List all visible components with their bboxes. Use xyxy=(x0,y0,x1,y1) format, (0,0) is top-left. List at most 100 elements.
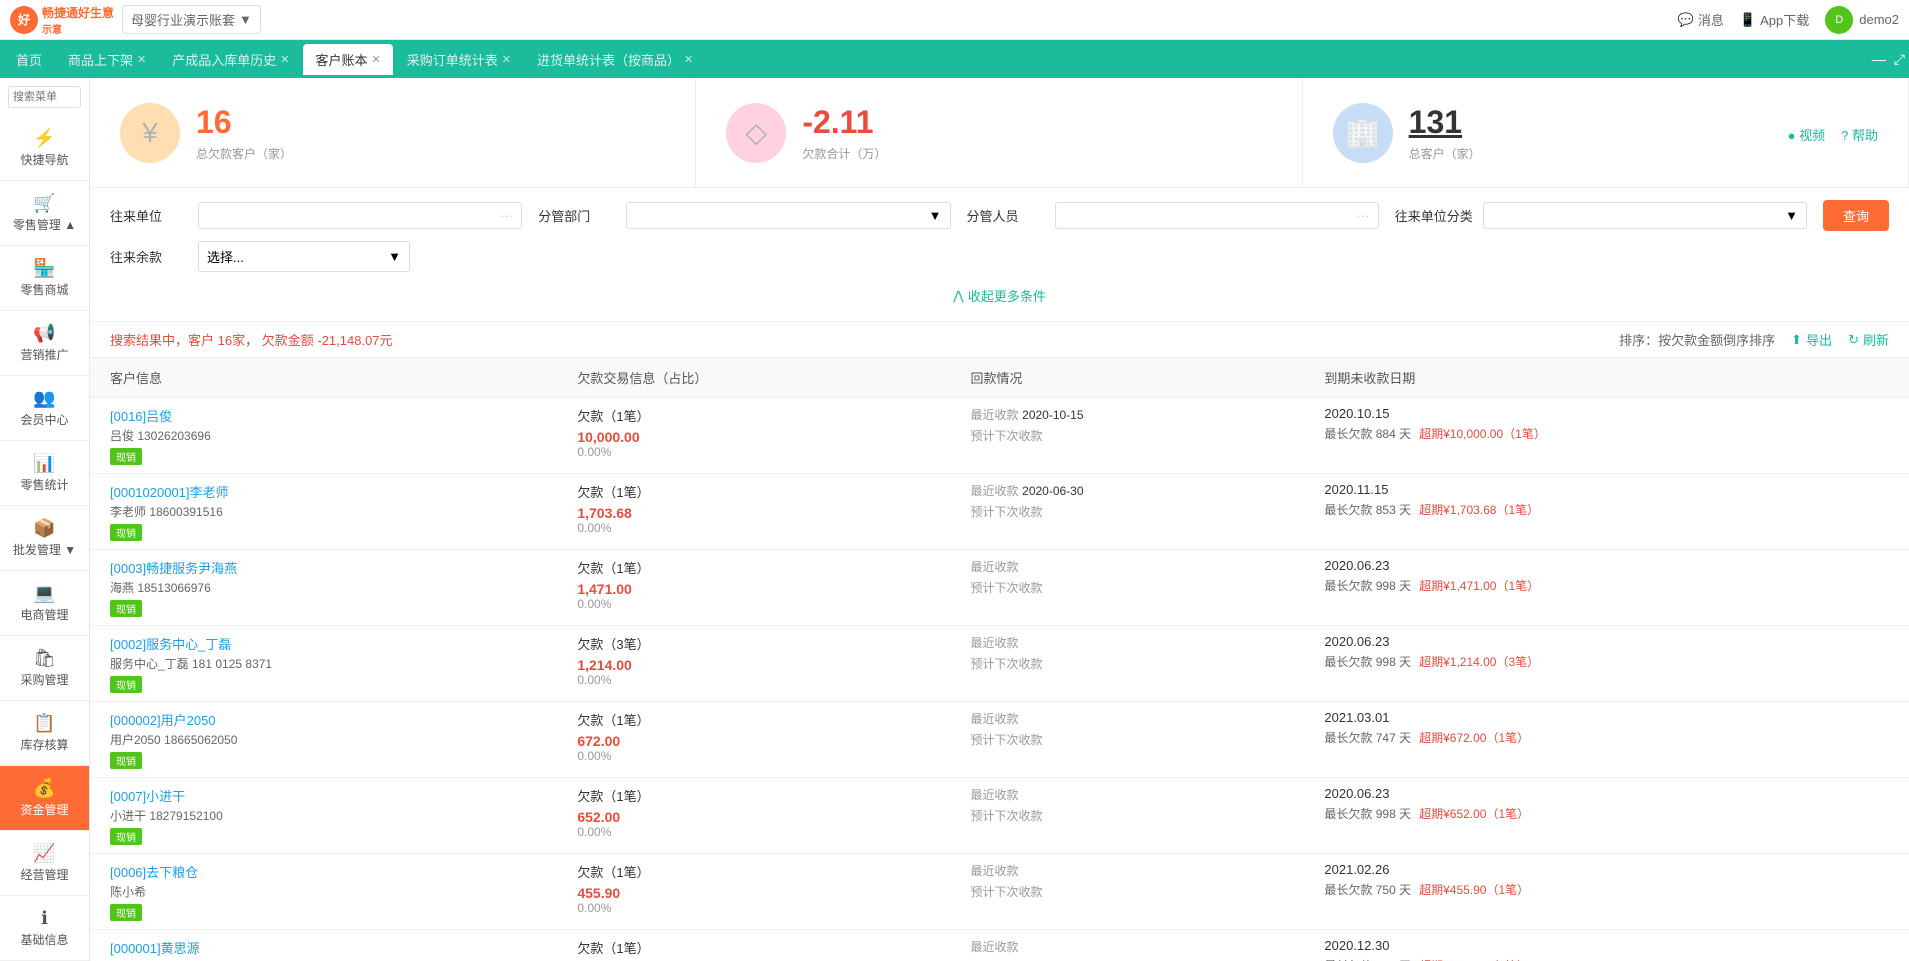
sidebar-item-member[interactable]: 👥会员中心 xyxy=(0,376,89,441)
sidebar-item-quick-nav[interactable]: ⚡快捷导航 xyxy=(0,116,89,181)
sidebar-item-wholesale[interactable]: 📦批发管理 ▼ xyxy=(0,506,89,571)
message-btn[interactable]: 💬 消息 xyxy=(1678,10,1724,29)
overdue-text[interactable]: 超期¥1,471.00（1笔） xyxy=(1419,577,1539,594)
user-area[interactable]: D demo2 xyxy=(1825,6,1899,34)
customer-name-link[interactable]: [0006]去下粮仓 xyxy=(110,865,198,880)
result-bar: 搜索结果中，客户 16家， 欠款金额 -21,148.07元 排序：按欠款金额倒… xyxy=(90,322,1909,358)
store-selector[interactable]: 母婴行业演示账套 ▼ xyxy=(122,5,261,34)
help-link[interactable]: ? 帮助 xyxy=(1841,125,1878,144)
tab-home[interactable]: 首页 xyxy=(4,44,54,75)
table-row: [0003]畅捷服务尹海燕 海燕 18513066976 现销 欠款（1笔） 1… xyxy=(90,550,1909,626)
sidebar-item-finance[interactable]: 💰资金管理 xyxy=(0,766,89,831)
recent-label: 最近收款 xyxy=(971,484,1019,498)
overdue-text[interactable]: 超期¥1,214.00（3笔） xyxy=(1419,653,1539,670)
app-download-btn[interactable]: 📱 App下载 xyxy=(1740,10,1809,29)
customer-name-link[interactable]: [0003]畅捷服务尹海燕 xyxy=(110,561,237,576)
video-link[interactable]: ● 视频 xyxy=(1788,125,1825,144)
debt-percent: 0.00% xyxy=(577,825,930,839)
customer-name-link[interactable]: [000001]黄思源 xyxy=(110,941,200,956)
filter-item-category: 往来单位分类 ▼ xyxy=(1395,202,1807,229)
next-label: 预计下次收款 xyxy=(971,579,1285,596)
refresh-icon: ↻ xyxy=(1848,332,1859,348)
marketing-icon: 📢 xyxy=(0,323,89,344)
filter-input-person[interactable]: ··· xyxy=(1055,202,1379,229)
tab-close-customer[interactable]: ✕ xyxy=(372,53,381,66)
tab-warehouse[interactable]: 产成品入库单历史 ✕ xyxy=(160,44,301,75)
next-label: 预计下次收款 xyxy=(971,807,1285,824)
filter-select-dept[interactable]: ▼ xyxy=(626,202,950,229)
tab-close-products[interactable]: ✕ xyxy=(137,53,146,66)
debt-amount[interactable]: 652.00 xyxy=(577,809,930,825)
debt-count: 欠款（3笔） xyxy=(577,634,930,653)
tab-goods-stat[interactable]: 进货单统计表（按商品） ✕ xyxy=(525,44,705,75)
customer-name-link[interactable]: [0016]吕俊 xyxy=(110,409,172,424)
collapse-button[interactable]: ⋀ 收起更多条件 xyxy=(953,286,1046,305)
result-prefix: 搜索结果中，客户 xyxy=(110,333,214,348)
overdue-text[interactable]: 超期¥1,703.68（1笔） xyxy=(1419,501,1539,518)
debt-amount[interactable]: 672.00 xyxy=(577,733,930,749)
filter-select-balance[interactable]: 选择... ▼ xyxy=(198,241,410,272)
sidebar-item-marketing[interactable]: 📢营销推广 xyxy=(0,311,89,376)
tab-products[interactable]: 商品上下架 ✕ xyxy=(56,44,158,75)
table-header-row: 客户信息 欠款交易信息（占比） 回款情况 到期未收款日期 xyxy=(90,358,1909,398)
tab-close-purchase[interactable]: ✕ xyxy=(502,53,511,66)
finance-icon: 💰 xyxy=(0,778,89,799)
sidebar-item-inventory[interactable]: 📋库存核算 xyxy=(0,701,89,766)
sidebar-item-retail-mall[interactable]: 🏪零售商城 xyxy=(0,246,89,311)
recent-label: 最近收款 xyxy=(971,940,1019,954)
tab-customer-account[interactable]: 客户账本 ✕ xyxy=(303,44,392,75)
topbar: 好 畅捷通好生意 示意 母婴行业演示账套 ▼ 💬 消息 📱 App下载 D de… xyxy=(0,0,1909,40)
tab-close-warehouse[interactable]: ✕ xyxy=(280,53,289,66)
customer-phone: 李老师 18600391516 xyxy=(110,503,537,520)
sidebar-item-basic-info[interactable]: ℹ基础信息 xyxy=(0,896,89,961)
customer-name-link[interactable]: [000002]用户2050 xyxy=(110,713,216,728)
result-info: 搜索结果中，客户 16家， 欠款金额 -21,148.07元 xyxy=(110,330,393,349)
debt-count: 欠款（1笔） xyxy=(577,710,930,729)
filter-select-category[interactable]: ▼ xyxy=(1483,202,1807,229)
filter-input-partner[interactable]: ··· xyxy=(198,202,522,229)
tab-close-goods[interactable]: ✕ xyxy=(684,53,693,66)
sidebar: ⚡快捷导航 🛒零售管理 ▲ 🏪零售商城 📢营销推广 👥会员中心 📊零售统计 📦批… xyxy=(0,78,90,961)
customer-name-link[interactable]: [0001020001]李老师 xyxy=(110,485,229,500)
customer-name-link[interactable]: [0007]小进干 xyxy=(110,789,185,804)
debt-amount[interactable]: 455.90 xyxy=(577,885,930,901)
content-area: ¥ 16 总欠款客户（家） ◇ -2.11 欠款合计（万） 🏢 131 总客户（… xyxy=(90,78,1909,961)
debt-amount[interactable]: 1,214.00 xyxy=(577,657,930,673)
basic-info-icon: ℹ xyxy=(0,908,89,929)
sidebar-item-purchase[interactable]: 🛍采购管理 xyxy=(0,636,89,701)
overdue-text[interactable]: 超期¥10,000.00（1笔） xyxy=(1419,425,1546,442)
sort-label[interactable]: 排序：按欠款金额倒序排序 xyxy=(1619,330,1775,349)
debt-amount[interactable]: 1,703.68 xyxy=(577,505,930,521)
overdue-days: 最长欠款 853 天 xyxy=(1324,501,1411,518)
recent-date: 2020-06-30 xyxy=(1022,484,1083,498)
debt-count: 欠款（1笔） xyxy=(577,482,930,501)
debt-amount[interactable]: 1,471.00 xyxy=(577,581,930,597)
overdue-text[interactable]: 超期¥652.00（1笔） xyxy=(1419,805,1529,822)
collapse-icon: ⋀ xyxy=(953,288,964,304)
sidebar-item-retail-stat[interactable]: 📊零售统计 xyxy=(0,441,89,506)
tab-collapse-icon[interactable]: — xyxy=(1872,51,1886,68)
logo-area: 好 畅捷通好生意 示意 xyxy=(10,4,114,36)
debt-percent: 0.00% xyxy=(577,673,930,687)
overdue-text[interactable]: 超期¥672.00（1笔） xyxy=(1419,729,1529,746)
debt-amount[interactable]: 10,000.00 xyxy=(577,429,930,445)
overdue-text[interactable]: 超期¥429.00（1笔） xyxy=(1419,957,1529,961)
total-customers-icon: 🏢 xyxy=(1333,103,1393,163)
customer-phone: 海燕 18513066976 xyxy=(110,579,537,596)
sidebar-search-input[interactable] xyxy=(8,86,81,108)
expire-date: 2020.11.15 xyxy=(1324,482,1889,497)
sidebar-item-business[interactable]: 📈经营管理 xyxy=(0,831,89,896)
export-btn[interactable]: ⬆ 导出 xyxy=(1791,330,1832,349)
overdue-text[interactable]: 超期¥455.90（1笔） xyxy=(1419,881,1529,898)
filter-label-partner: 往来单位 xyxy=(110,206,190,225)
sidebar-item-ecommerce[interactable]: 💻电商管理 xyxy=(0,571,89,636)
nav-hint: 示意 xyxy=(42,21,114,36)
customer-name-link[interactable]: [0002]服务中心_丁磊 xyxy=(110,637,231,652)
tab-expand-icon[interactable]: ⤢ xyxy=(1894,51,1905,68)
tab-purchase-stat[interactable]: 采购订单统计表 ✕ xyxy=(395,44,523,75)
overdue-days: 最长欠款 998 天 xyxy=(1324,577,1411,594)
retail-mall-icon: 🏪 xyxy=(0,258,89,279)
refresh-btn[interactable]: ↻ 刷新 xyxy=(1848,330,1889,349)
sidebar-item-retail-mgmt[interactable]: 🛒零售管理 ▲ xyxy=(0,181,89,246)
query-button[interactable]: 查询 xyxy=(1823,200,1889,231)
